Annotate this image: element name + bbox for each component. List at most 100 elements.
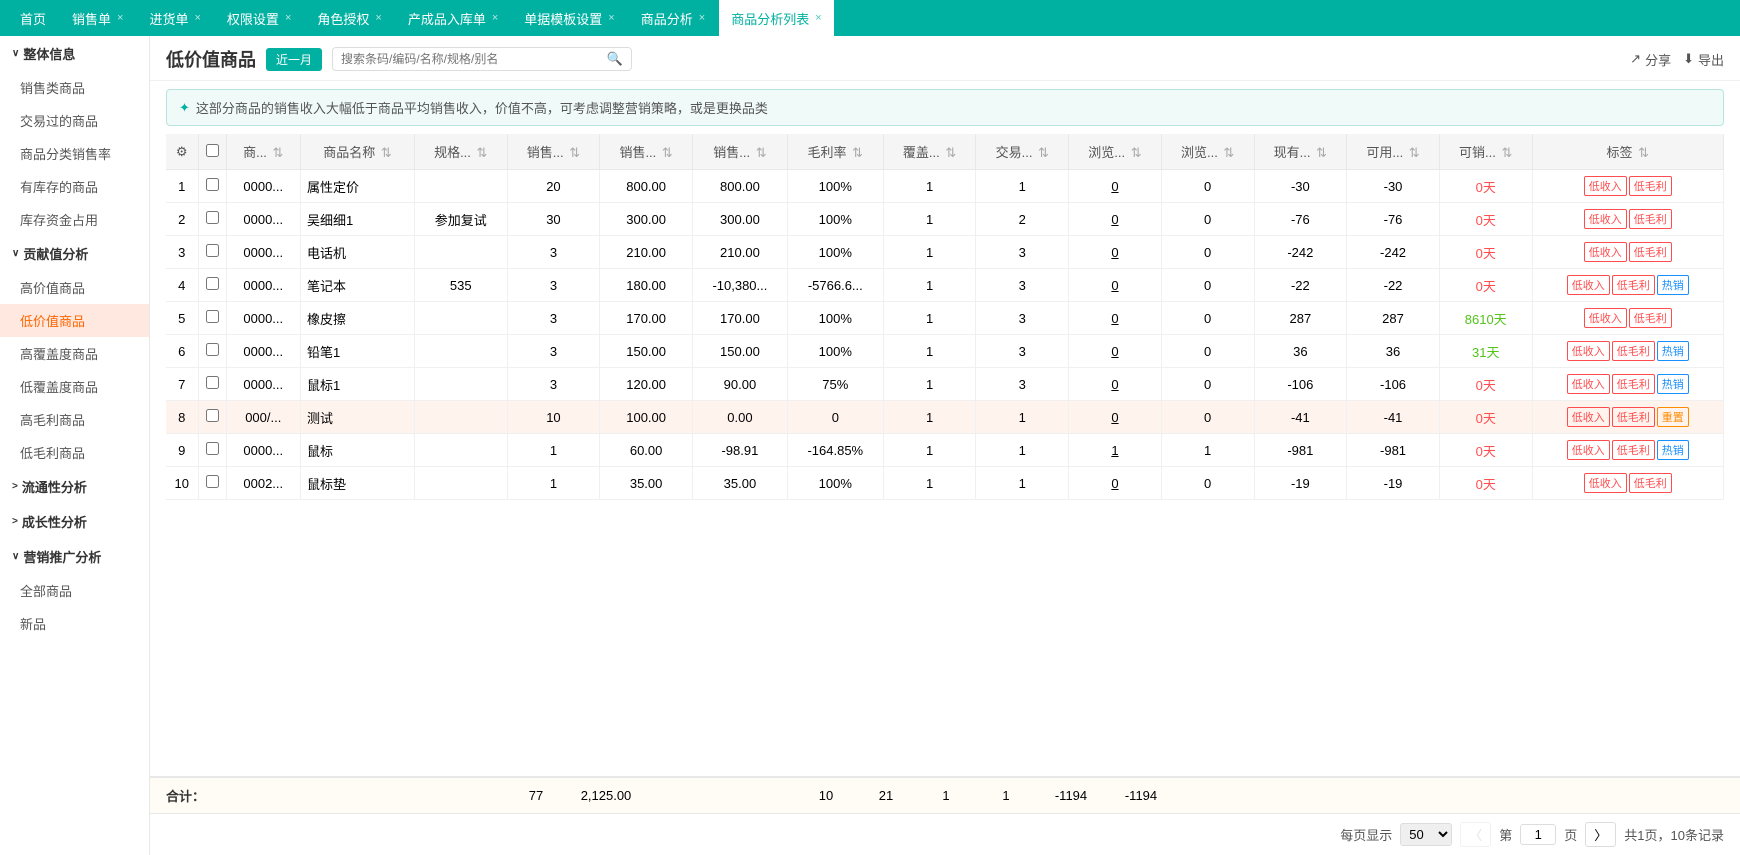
- search-icon[interactable]: 🔍: [607, 51, 623, 67]
- col-name[interactable]: 商品名称 ⇅: [301, 134, 415, 170]
- page-number-input[interactable]: [1520, 824, 1556, 845]
- select-all-checkbox[interactable]: [206, 144, 219, 157]
- nav-permissions[interactable]: 权限设置 ×: [215, 0, 303, 36]
- sidebar-item-low-coverage[interactable]: 低覆盖度商品: [0, 370, 149, 403]
- col-current[interactable]: 现有... ⇅: [1254, 134, 1347, 170]
- sidebar-item-low-margin[interactable]: 低毛利商品: [0, 436, 149, 469]
- nav-home[interactable]: 首页: [8, 0, 58, 36]
- row-select-checkbox[interactable]: [206, 343, 219, 356]
- prev-page-button[interactable]: 〈: [1460, 822, 1491, 847]
- filter-button[interactable]: 近一月: [266, 48, 322, 71]
- row-checkbox[interactable]: [198, 269, 226, 302]
- row-spec: [414, 368, 507, 401]
- col-sales-qty[interactable]: 销售... ⇅: [507, 134, 600, 170]
- nav-analysis[interactable]: 商品分析 ×: [629, 0, 717, 36]
- nav-purchase[interactable]: 进货单 ×: [137, 0, 212, 36]
- col-transaction[interactable]: 交易... ⇅: [976, 134, 1069, 170]
- sidebar-item-high-margin[interactable]: 高毛利商品: [0, 403, 149, 436]
- browse-link[interactable]: 0: [1111, 476, 1118, 491]
- col-available[interactable]: 可用... ⇅: [1347, 134, 1440, 170]
- sidebar-group-marketing[interactable]: ∨ 营销推广分析: [0, 539, 149, 574]
- row-select-checkbox[interactable]: [206, 310, 219, 323]
- nav-products[interactable]: 产成品入库单 ×: [396, 0, 510, 36]
- next-page-button[interactable]: 〉: [1585, 822, 1616, 847]
- browse-link[interactable]: 0: [1111, 245, 1118, 260]
- sidebar-group-liquidity[interactable]: > 流通性分析: [0, 469, 149, 504]
- row-select-checkbox[interactable]: [206, 244, 219, 257]
- sidebar-group-growth[interactable]: > 成长性分析: [0, 504, 149, 539]
- sidebar-item-sales-goods[interactable]: 销售类商品: [0, 71, 149, 104]
- row-checkbox[interactable]: [198, 203, 226, 236]
- row-checkbox[interactable]: [198, 434, 226, 467]
- row-checkbox[interactable]: [198, 467, 226, 500]
- tag-badge: 低收入: [1567, 341, 1610, 361]
- col-tags[interactable]: 标签 ⇅: [1532, 134, 1723, 170]
- close-icon[interactable]: ×: [492, 12, 498, 24]
- row-name: 铅笔1: [301, 335, 415, 368]
- col-margin[interactable]: 毛利率 ⇅: [787, 134, 883, 170]
- browse-link[interactable]: 0: [1111, 410, 1118, 425]
- browse-link[interactable]: 0: [1111, 179, 1118, 194]
- row-price: 100.00: [600, 401, 693, 434]
- checkbox-col[interactable]: [198, 134, 226, 170]
- sidebar-item-new-goods[interactable]: 新品: [0, 607, 149, 640]
- sidebar-item-all-goods[interactable]: 全部商品: [0, 574, 149, 607]
- nav-roles[interactable]: 角色授权 ×: [305, 0, 393, 36]
- col-sales-amount[interactable]: 销售... ⇅: [692, 134, 787, 170]
- close-icon[interactable]: ×: [285, 12, 291, 24]
- col-sales-price[interactable]: 销售... ⇅: [600, 134, 693, 170]
- settings-col[interactable]: ⚙: [166, 134, 198, 170]
- sidebar-item-traded-goods[interactable]: 交易过的商品: [0, 104, 149, 137]
- row-checkbox[interactable]: [198, 236, 226, 269]
- sidebar-item-inventory-capital[interactable]: 库存资金占用: [0, 203, 149, 236]
- sidebar-item-high-value[interactable]: 高价值商品: [0, 271, 149, 304]
- browse-link[interactable]: 0: [1111, 344, 1118, 359]
- row-checkbox[interactable]: [198, 368, 226, 401]
- sidebar-item-inventory-goods[interactable]: 有库存的商品: [0, 170, 149, 203]
- sidebar-item-high-coverage[interactable]: 高覆盖度商品: [0, 337, 149, 370]
- row-checkbox[interactable]: [198, 302, 226, 335]
- close-icon[interactable]: ×: [117, 12, 123, 24]
- sidebar-item-low-value[interactable]: 低价值商品: [0, 304, 149, 337]
- close-icon[interactable]: ×: [375, 12, 381, 24]
- row-price: 150.00: [600, 335, 693, 368]
- sidebar-group-overview[interactable]: ∨ 整体信息: [0, 36, 149, 71]
- col-coverage[interactable]: 覆盖... ⇅: [883, 134, 976, 170]
- row-checkbox[interactable]: [198, 170, 226, 203]
- browse-link[interactable]: 0: [1111, 311, 1118, 326]
- export-button[interactable]: ⬇ 导出: [1683, 50, 1724, 69]
- row-index: 8: [166, 401, 198, 434]
- page-title: 低价值商品: [166, 46, 256, 72]
- nav-templates[interactable]: 单据模板设置 ×: [512, 0, 626, 36]
- row-checkbox[interactable]: [198, 335, 226, 368]
- nav-analysis-list[interactable]: 商品分析列表 ×: [719, 0, 833, 36]
- browse-link[interactable]: 1: [1111, 443, 1118, 458]
- row-select-checkbox[interactable]: [206, 475, 219, 488]
- row-checkbox[interactable]: [198, 401, 226, 434]
- row-select-checkbox[interactable]: [206, 409, 219, 422]
- search-input[interactable]: [341, 52, 607, 66]
- close-icon[interactable]: ×: [699, 12, 705, 24]
- close-icon[interactable]: ×: [815, 12, 821, 24]
- per-page-select[interactable]: 50 100 200: [1400, 823, 1452, 846]
- total-browse1: 1: [916, 788, 976, 803]
- row-select-checkbox[interactable]: [206, 376, 219, 389]
- sidebar-item-category-rate[interactable]: 商品分类销售率: [0, 137, 149, 170]
- col-browse2[interactable]: 浏览... ⇅: [1161, 134, 1254, 170]
- close-icon[interactable]: ×: [608, 12, 614, 24]
- col-code[interactable]: 商... ⇅: [226, 134, 301, 170]
- row-select-checkbox[interactable]: [206, 277, 219, 290]
- browse-link[interactable]: 0: [1111, 377, 1118, 392]
- sidebar-group-contribution[interactable]: ∨ 贡献值分析: [0, 236, 149, 271]
- col-browse1[interactable]: 浏览... ⇅: [1069, 134, 1162, 170]
- row-select-checkbox[interactable]: [206, 442, 219, 455]
- row-select-checkbox[interactable]: [206, 211, 219, 224]
- browse-link[interactable]: 0: [1111, 212, 1118, 227]
- row-select-checkbox[interactable]: [206, 178, 219, 191]
- col-sellable[interactable]: 可销... ⇅: [1439, 134, 1532, 170]
- share-button[interactable]: ↗ 分享: [1630, 50, 1671, 69]
- nav-sales[interactable]: 销售单 ×: [60, 0, 135, 36]
- col-spec[interactable]: 规格... ⇅: [414, 134, 507, 170]
- close-icon[interactable]: ×: [194, 12, 200, 24]
- browse-link[interactable]: 0: [1111, 278, 1118, 293]
